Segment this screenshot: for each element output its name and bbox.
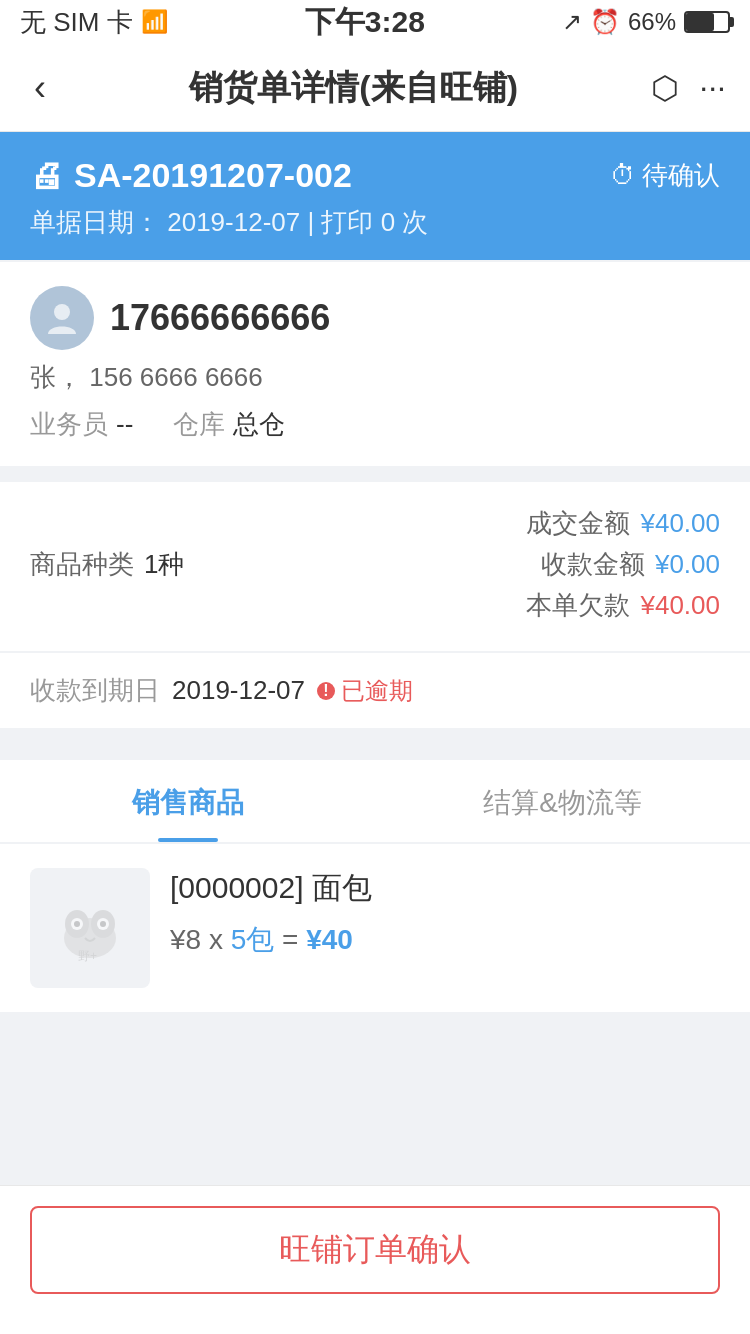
status-bar: 无 SIM 卡 📶 下午3:28 ↗ ⏰ 66% — [0, 0, 750, 44]
print-suffix: 次 — [402, 207, 428, 237]
product-type-label: 商品种类 — [30, 547, 134, 582]
divider-2 — [0, 728, 750, 744]
order-id-row: 🖨 SA-20191207-002 ⏱ 待确认 — [30, 156, 720, 195]
summary-row: 商品种类 1种 成交金额 ¥40.00 收款金额 ¥0.00 本单欠款 ¥40.… — [30, 506, 720, 623]
divider-1 — [0, 466, 750, 482]
date-label: 单据日期： — [30, 207, 160, 237]
product-unit-price: ¥8 x — [170, 924, 231, 955]
print-label: | 打印 — [307, 207, 380, 237]
nav-bar: ‹ 销货单详情(来自旺铺) ⬡ ··· — [0, 44, 750, 132]
svg-point-0 — [54, 304, 70, 320]
confirm-order-button[interactable]: 旺铺订单确认 — [30, 1206, 720, 1294]
order-id: 🖨 SA-20191207-002 — [30, 156, 352, 195]
location-icon: ↗ — [562, 8, 582, 36]
collected-row: 收款金额 ¥0.00 — [541, 547, 720, 582]
debt-row: 本单欠款 ¥40.00 — [526, 588, 720, 623]
product-info: [0000002] 面包 ¥8 x 5包 = ¥40 — [170, 868, 720, 959]
overdue-text: 已逾期 — [341, 675, 413, 707]
date-value: 2019-12-07 — [167, 207, 300, 237]
customer-name: 张， 156 6666 6666 — [30, 360, 720, 395]
svg-text:野+: 野+ — [78, 949, 97, 963]
customer-card: 17666666666 张， 156 6666 6666 业务员 -- 仓库 总… — [0, 262, 750, 466]
status-right: ↗ ⏰ 66% — [562, 8, 730, 36]
page-title: 销货单详情(来自旺铺) — [189, 65, 518, 111]
order-status: ⏱ 待确认 — [610, 158, 720, 193]
salesperson-item: 业务员 -- — [30, 407, 133, 442]
customer-phone: 17666666666 — [110, 297, 330, 339]
product-total: ¥40 — [306, 924, 353, 955]
collected-label: 收款金额 — [541, 547, 645, 582]
no-sim-text: 无 SIM 卡 — [20, 5, 133, 40]
product-section: 野+ [0000002] 面包 ¥8 x 5包 = ¥40 — [0, 844, 750, 1012]
due-date-label: 收款到期日 — [30, 673, 160, 708]
battery-text: 66% — [628, 8, 676, 36]
collected-value: ¥0.00 — [655, 549, 720, 580]
amount-row: 成交金额 ¥40.00 — [526, 506, 720, 541]
warehouse-label: 仓库 — [173, 407, 225, 442]
wifi-icon: 📶 — [141, 9, 168, 35]
share-icon[interactable]: ⬡ — [651, 69, 679, 107]
nav-actions: ⬡ ··· — [651, 69, 726, 107]
status-time: 下午3:28 — [305, 2, 425, 43]
order-id-text: SA-20191207-002 — [74, 156, 352, 195]
avatar — [30, 286, 94, 350]
product-eq-label: = — [282, 924, 306, 955]
warehouse-value: 总仓 — [233, 407, 285, 442]
more-icon[interactable]: ··· — [699, 69, 726, 106]
product-thumbnail: 野+ — [30, 868, 150, 988]
product-qty: 5包 — [231, 924, 275, 955]
salesperson-value: -- — [116, 409, 133, 440]
print-count: 0 — [381, 207, 395, 237]
tab-settlement-logistics[interactable]: 结算&物流等 — [375, 760, 750, 842]
overdue-icon: ! — [317, 682, 335, 700]
amount-label: 成交金额 — [526, 506, 630, 541]
debt-value: ¥40.00 — [640, 590, 720, 621]
bottom-bar: 旺铺订单确认 — [0, 1185, 750, 1334]
summary-card: 商品种类 1种 成交金额 ¥40.00 收款金额 ¥0.00 本单欠款 ¥40.… — [0, 482, 750, 651]
due-date-card: 收款到期日 2019-12-07 ! 已逾期 — [0, 653, 750, 728]
svg-point-6 — [74, 921, 80, 927]
debt-label: 本单欠款 — [526, 588, 630, 623]
overdue-badge: ! 已逾期 — [317, 675, 413, 707]
product-name: [0000002] 面包 — [170, 868, 720, 909]
salesperson-label: 业务员 — [30, 407, 108, 442]
tabs-bar: 销售商品 结算&物流等 — [0, 760, 750, 842]
summary-right: 成交金额 ¥40.00 收款金额 ¥0.00 本单欠款 ¥40.00 — [526, 506, 720, 623]
order-id-icon: 🖨 — [30, 156, 64, 195]
status-left: 无 SIM 卡 📶 — [20, 5, 168, 40]
order-date: 单据日期： 2019-12-07 | 打印 0 次 — [30, 205, 720, 240]
alarm-icon: ⏰ — [590, 8, 620, 36]
customer-top-row: 17666666666 — [30, 286, 720, 350]
status-clock-icon: ⏱ — [610, 160, 636, 191]
customer-meta: 业务员 -- 仓库 总仓 — [30, 407, 720, 442]
due-date-value: 2019-12-07 — [172, 675, 305, 706]
status-text: 待确认 — [642, 158, 720, 193]
product-price-row: ¥8 x 5包 = ¥40 — [170, 921, 720, 959]
summary-left: 商品种类 1种 — [30, 547, 184, 582]
amount-value: ¥40.00 — [640, 508, 720, 539]
warehouse-item: 仓库 总仓 — [173, 407, 285, 442]
tab-sales-products[interactable]: 销售商品 — [0, 760, 375, 842]
battery-icon — [684, 11, 730, 33]
product-item: 野+ [0000002] 面包 ¥8 x 5包 = ¥40 — [30, 868, 720, 988]
svg-point-7 — [100, 921, 106, 927]
back-button[interactable]: ‹ — [24, 57, 56, 119]
order-header: 🖨 SA-20191207-002 ⏱ 待确认 单据日期： 2019-12-07… — [0, 132, 750, 260]
product-type-count: 1种 — [144, 547, 184, 582]
